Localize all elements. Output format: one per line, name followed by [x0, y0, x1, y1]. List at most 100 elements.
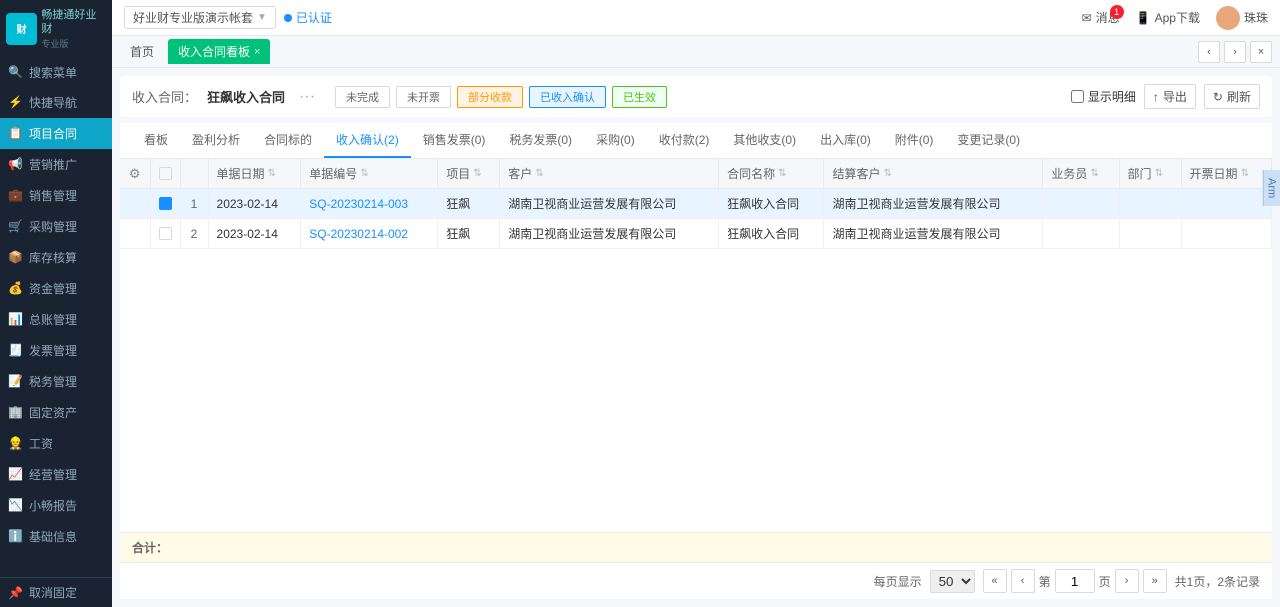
row2-order-no[interactable]: SQ-20230214-002	[301, 219, 438, 249]
th-invoice-date[interactable]: 开票日期 ⇅	[1181, 159, 1271, 189]
message-button[interactable]: ✉ 消息 1	[1082, 9, 1120, 26]
status-revenue-confirmed[interactable]: 已收入确认	[529, 86, 606, 108]
sidebar-item-report[interactable]: 📉 小畅报告	[0, 490, 112, 521]
tab-close-button[interactable]: ×	[254, 46, 260, 58]
table-container: ⚙ 单据日期 ⇅	[120, 159, 1272, 599]
verified-dot	[284, 14, 292, 22]
sidebar-search[interactable]: 🔍 搜索菜单	[0, 58, 112, 87]
row2-checkbox-input[interactable]	[159, 227, 172, 240]
total-label: 合计：	[132, 539, 168, 556]
subtab-revenue[interactable]: 收入确认(2)	[324, 123, 411, 158]
message-icon: ✉	[1082, 11, 1092, 25]
table-row[interactable]: 2 2023-02-14 SQ-20230214-002 狂飙 湖南卫视商业运营…	[120, 219, 1272, 249]
tab-close-all-button[interactable]: ×	[1250, 41, 1272, 63]
sidebar-item-biz[interactable]: 📈 经营管理	[0, 459, 112, 490]
th-department[interactable]: 部门 ⇅	[1119, 159, 1181, 189]
active-tab[interactable]: 收入合同看板 ×	[168, 39, 270, 64]
total-info: 共1页，2条记录	[1175, 573, 1260, 590]
first-page-button[interactable]: «	[983, 569, 1007, 593]
tab-nav: ‹ › ×	[1198, 41, 1272, 63]
subtab-subject[interactable]: 合同标的	[252, 123, 324, 158]
subtab-attachment[interactable]: 附件(0)	[883, 123, 946, 158]
row1-order-link[interactable]: SQ-20230214-003	[309, 197, 408, 211]
sidebar-item-fixed[interactable]: 🏢 固定资产	[0, 397, 112, 428]
tab-prev-button[interactable]: ‹	[1198, 41, 1220, 63]
sidebar-item-labor[interactable]: 👷 工资	[0, 428, 112, 459]
sidebar-item-project[interactable]: 📋 项目合同	[0, 118, 112, 149]
home-tab[interactable]: 首页	[120, 39, 164, 64]
sidebar-cancel-fixed[interactable]: 📌 取消固定	[0, 578, 112, 607]
status-partial-received[interactable]: 部分收款	[457, 86, 523, 108]
sidebar-item-capital[interactable]: 💰 资金管理	[0, 273, 112, 304]
th-settings[interactable]: ⚙	[120, 159, 150, 189]
sidebar-item-marketing[interactable]: 📢 营销推广	[0, 149, 112, 180]
page-number-input[interactable]	[1055, 569, 1095, 593]
invoice-icon: 🧾	[8, 343, 23, 357]
sidebar-item-invoice[interactable]: 🧾 发票管理	[0, 335, 112, 366]
row1-salesperson	[1043, 189, 1119, 219]
row1-checkbox-input[interactable]	[159, 197, 172, 210]
row2-project: 狂飙	[438, 219, 500, 249]
sidebar-item-sales[interactable]: 💼 销售管理	[0, 180, 112, 211]
last-page-button[interactable]: »	[1143, 569, 1167, 593]
th-date[interactable]: 单据日期 ⇅	[208, 159, 301, 189]
subtab-purchase[interactable]: 采购(0)	[584, 123, 647, 158]
sidebar-item-tax[interactable]: 📝 税务管理	[0, 366, 112, 397]
show-detail-checkbox[interactable]: 显示明细	[1071, 84, 1136, 109]
user-avatar[interactable]: 珠珠	[1216, 6, 1268, 30]
logo-text: 畅捷通好业财 专业版	[41, 8, 106, 50]
status-effective[interactable]: 已生效	[612, 86, 667, 108]
subtab-other[interactable]: 其他收支(0)	[721, 123, 808, 158]
subtab-sales-invoice[interactable]: 销售发票(0)	[411, 123, 498, 158]
th-salesperson[interactable]: 业务员 ⇅	[1043, 159, 1119, 189]
subtab-changes[interactable]: 变更记录(0)	[945, 123, 1032, 158]
detail-checkbox-input[interactable]	[1071, 90, 1084, 103]
row2-invoice-date	[1181, 219, 1271, 249]
subtab-profit[interactable]: 盈利分析	[180, 123, 252, 158]
prev-page-button[interactable]: ‹	[1011, 569, 1035, 593]
tab-next-button[interactable]: ›	[1224, 41, 1246, 63]
row2-checkbox[interactable]	[150, 219, 180, 249]
th-customer[interactable]: 客户 ⇅	[500, 159, 719, 189]
row2-order-link[interactable]: SQ-20230214-002	[309, 227, 408, 241]
next-page-button[interactable]: ›	[1115, 569, 1139, 593]
company-selector[interactable]: 好业财专业版演示帐套 ▼	[124, 6, 276, 29]
subtab-board[interactable]: 看板	[132, 123, 180, 158]
sidebar-item-basic[interactable]: ℹ️ 基础信息	[0, 521, 112, 552]
subtab-tax-invoice[interactable]: 税务发票(0)	[497, 123, 584, 158]
refresh-icon: ↻	[1213, 90, 1223, 104]
content-area: 收入合同： 狂飙收入合同 ··· 未完成 未开票 部分收款 已收入确认 已生效 …	[112, 68, 1280, 607]
subtab-payment[interactable]: 收付款(2)	[647, 123, 722, 158]
sidebar-item-purchase[interactable]: 🛒 采购管理	[0, 211, 112, 242]
th-billing-customer[interactable]: 结算客户 ⇅	[824, 159, 1043, 189]
side-tool-panel: Arm	[1262, 170, 1280, 206]
labor-icon: 👷	[8, 436, 23, 450]
sidebar-item-inventory[interactable]: 📦 库存核算	[0, 242, 112, 273]
settings-icon[interactable]: ⚙	[129, 166, 141, 181]
status-not-invoiced[interactable]: 未开票	[396, 86, 451, 108]
app-download-button[interactable]: 📱 App下载	[1136, 9, 1200, 26]
status-not-complete[interactable]: 未完成	[335, 86, 390, 108]
select-all-checkbox[interactable]	[159, 167, 172, 180]
th-contract-name[interactable]: 合同名称 ⇅	[719, 159, 824, 189]
row1-checkbox[interactable]	[150, 189, 180, 219]
page-size-select[interactable]: 50	[930, 570, 975, 593]
th-project[interactable]: 项目 ⇅	[438, 159, 500, 189]
row1-date: 2023-02-14	[208, 189, 301, 219]
export-button[interactable]: ↑ 导出	[1144, 84, 1196, 109]
project-icon: 📋	[8, 126, 23, 140]
arm-tool-button[interactable]: Arm	[1263, 170, 1280, 206]
subtab-inout[interactable]: 出入库(0)	[808, 123, 883, 158]
more-menu-icon[interactable]: ···	[299, 88, 315, 106]
sidebar-item-quicknav[interactable]: ⚡ 快捷导航	[0, 87, 112, 118]
row1-order-no[interactable]: SQ-20230214-003	[301, 189, 438, 219]
sidebar-item-ledger[interactable]: 📊 总账管理	[0, 304, 112, 335]
th-order-no[interactable]: 单据编号 ⇅	[301, 159, 438, 189]
table-row[interactable]: 1 2023-02-14 SQ-20230214-003 狂飙 湖南卫视商业运营…	[120, 189, 1272, 219]
sort-sales-icon: ⇅	[1090, 168, 1098, 179]
refresh-button[interactable]: ↻ 刷新	[1204, 84, 1260, 109]
table-wrapper[interactable]: ⚙ 单据日期 ⇅	[120, 159, 1272, 532]
th-checkbox[interactable]	[150, 159, 180, 189]
row2-contract-name: 狂飙收入合同	[719, 219, 824, 249]
fixed-icon: 🏢	[8, 405, 23, 419]
